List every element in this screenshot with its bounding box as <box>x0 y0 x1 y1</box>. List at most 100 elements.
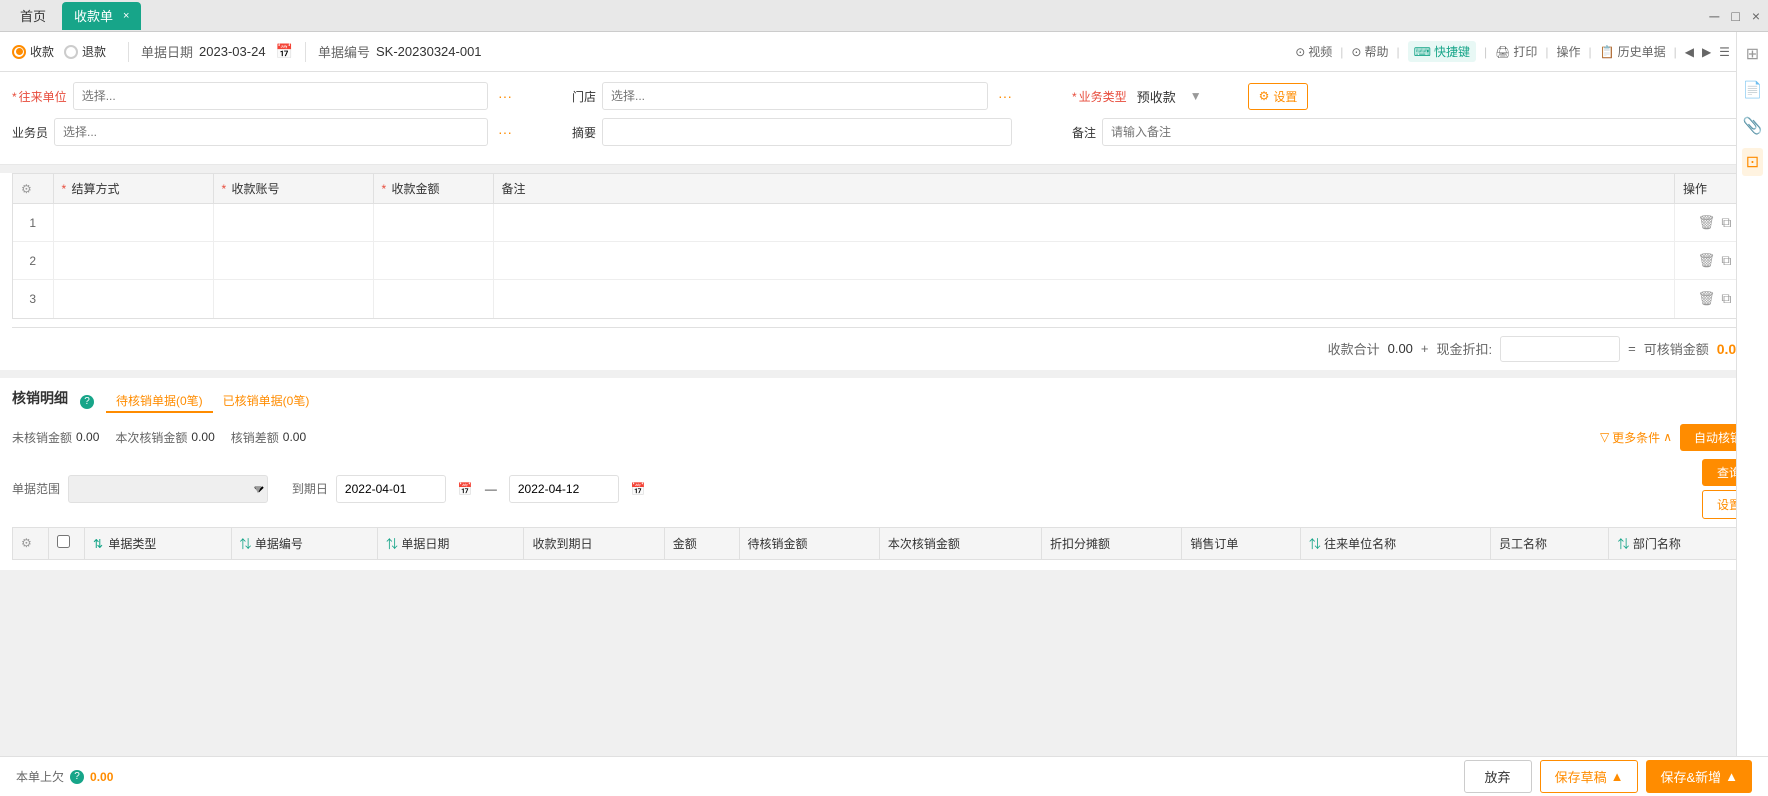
due-date-from[interactable] <box>336 475 446 503</box>
nav-left-icon[interactable]: ◀ <box>1685 45 1694 59</box>
tab-pending[interactable]: 待核销单据(0笔) <box>106 390 213 413</box>
staff-more-icon[interactable]: ··· <box>498 124 512 140</box>
row-1-note[interactable] <box>493 204 1675 242</box>
partner-more-icon[interactable]: ··· <box>498 88 512 104</box>
print-btn[interactable]: 🖨 打印 <box>1495 43 1537 60</box>
help-btn[interactable]: ⊙ 帮助 <box>1351 43 1388 60</box>
tab-receipt[interactable]: 收款单 × <box>62 2 141 30</box>
divider-1 <box>128 42 129 62</box>
store-more-icon[interactable]: ··· <box>998 88 1012 104</box>
unverified-label: 未核销金额 <box>12 429 72 446</box>
close-button[interactable]: × <box>1752 8 1760 24</box>
divider-2 <box>305 42 306 62</box>
save-new-btn[interactable]: 保存&新增 ▲ <box>1646 760 1752 793</box>
table-footer: 收款合计 0.00 + 现金折扣: = 可核销金额 0.00 <box>12 327 1756 370</box>
net-label: 可核销金额 <box>1644 339 1709 358</box>
more-conditions-btn[interactable]: ▽ 更多条件 ∧ <box>1600 429 1672 446</box>
date-picker-icon[interactable]: 📅 <box>276 43 293 60</box>
row-2-amount[interactable] <box>373 242 493 280</box>
tab-receipt-label: 收款单 <box>74 6 113 25</box>
verification-info-icon[interactable]: ? <box>80 395 94 409</box>
bth-doc-date: ⇅ 单据日期 <box>377 527 523 559</box>
radio-receipt[interactable]: 收款 <box>12 43 54 60</box>
row-2-delete-icon[interactable]: 🗑 <box>1698 252 1716 269</box>
bth-sales-order: 销售订单 <box>1182 527 1300 559</box>
discount-input[interactable] <box>1500 336 1620 362</box>
store-input[interactable] <box>602 82 988 110</box>
row-3-account[interactable] <box>213 280 373 318</box>
note-input[interactable] <box>1102 118 1756 146</box>
calendar-icon-from[interactable]: 📅 <box>458 482 473 496</box>
abandon-btn[interactable]: 放弃 <box>1464 760 1532 793</box>
tab-receipt-close[interactable]: × <box>123 10 129 22</box>
save-new-dropdown-icon[interactable]: ▲ <box>1725 769 1738 784</box>
note-label: 备注 <box>1072 124 1096 141</box>
print-label: 打印 <box>1513 43 1537 60</box>
current-label: 本次核销金额 <box>115 429 187 446</box>
window-controls: ─ □ × <box>1709 8 1760 24</box>
partner-field: *往来单位 ··· <box>12 82 512 110</box>
diff-value: 0.00 <box>283 430 306 444</box>
select-all-checkbox[interactable] <box>57 535 70 548</box>
tab-done[interactable]: 已核销单据(0笔) <box>213 390 320 413</box>
verification-info-row: 未核销金额 0.00 本次核销金额 0.00 核销差额 0.00 ▽ 更多条件 … <box>12 424 1756 451</box>
save-draft-btn[interactable]: 保存草稿 ▲ <box>1540 760 1639 793</box>
draft-dropdown-icon[interactable]: ▲ <box>1611 769 1624 784</box>
row-3-copy-icon[interactable]: ⧉ <box>1721 290 1731 307</box>
sidebar-expand-icon[interactable]: ⊡ <box>1742 148 1763 176</box>
bottom-table-gear-icon[interactable]: ⚙ <box>21 536 32 550</box>
calendar-icon-to[interactable]: 📅 <box>631 482 646 496</box>
verification-title: 核销明细 <box>12 388 68 408</box>
row-1-settle[interactable] <box>53 204 213 242</box>
row-2-account[interactable] <box>213 242 373 280</box>
operation-btn[interactable]: 操作 <box>1556 43 1580 60</box>
row-3-settle[interactable] <box>53 280 213 318</box>
toolbar-sep5: | <box>1588 45 1591 59</box>
layout-icon[interactable]: ☰ <box>1719 45 1730 59</box>
row-1-copy-icon[interactable]: ⧉ <box>1721 214 1731 231</box>
summary-field: 摘要 <box>572 118 1012 146</box>
row-2-note[interactable] <box>493 242 1675 280</box>
staff-input[interactable] <box>54 118 488 146</box>
th-note: 备注 <box>493 174 1675 204</box>
bottom-table-header-row: ⚙ ⇅ 单据类型 ⇅ 单据编号 ⇅ 单据日期 收款到期日 金额 <box>13 527 1756 559</box>
partner-input[interactable] <box>73 82 488 110</box>
sidebar-doc-icon[interactable]: 📄 <box>1739 76 1767 104</box>
row-1-account[interactable] <box>213 204 373 242</box>
row-3-amount[interactable] <box>373 280 493 318</box>
save-new-label: 保存&新增 <box>1660 767 1721 786</box>
history-btn[interactable]: 📋 历史单据 <box>1600 43 1666 60</box>
receipt-table: ⚙ * 结算方式 * 收款账号 * 收款金额 备注 操作 <box>13 174 1755 318</box>
partner-label: *往来单位 <box>12 88 67 105</box>
radio-refund[interactable]: 退款 <box>64 43 106 60</box>
table-gear-icon[interactable]: ⚙ <box>21 182 32 196</box>
status-info-icon[interactable]: ? <box>70 770 84 784</box>
row-2-copy-icon[interactable]: ⧉ <box>1721 252 1731 269</box>
table-row: 3 🗑 ⧉ <box>13 280 1755 318</box>
due-date-to[interactable] <box>509 475 619 503</box>
shortcut-btn[interactable]: ⌨ 快捷键 <box>1408 41 1476 62</box>
tab-home[interactable]: 首页 <box>8 2 58 30</box>
summary-input[interactable] <box>602 118 1012 146</box>
settings-button[interactable]: ⚙ 设置 <box>1248 83 1309 110</box>
biz-type-dropdown-icon[interactable]: ▼ <box>1190 89 1202 103</box>
row-3-delete-icon[interactable]: 🗑 <box>1698 290 1716 307</box>
current-value: 0.00 <box>191 430 214 444</box>
nav-right-icon[interactable]: ▶ <box>1702 45 1711 59</box>
chevron-up-icon: ∧ <box>1663 430 1672 444</box>
row-2-settle[interactable] <box>53 242 213 280</box>
form-row-1: *往来单位 ··· 门店 ··· *业务类型 预收款 ▼ ⚙ 设置 <box>12 82 1756 110</box>
sidebar-table-icon[interactable]: ⊞ <box>1742 40 1763 68</box>
min-button[interactable]: ─ <box>1709 8 1719 24</box>
status-label: 本单上欠 <box>16 768 64 785</box>
row-3-note[interactable] <box>493 280 1675 318</box>
row-1-amount[interactable] <box>373 204 493 242</box>
total-value: 0.00 <box>1388 341 1413 356</box>
row-1-delete-icon[interactable]: 🗑 <box>1698 214 1716 231</box>
bth-checkbox <box>49 527 85 559</box>
max-button[interactable]: □ <box>1731 8 1739 24</box>
sidebar-attach-icon[interactable]: 📎 <box>1739 112 1767 140</box>
range-select[interactable] <box>68 475 268 503</box>
total-label: 收款合计 <box>1328 339 1380 358</box>
video-btn[interactable]: ⊙ 视频 <box>1295 43 1332 60</box>
